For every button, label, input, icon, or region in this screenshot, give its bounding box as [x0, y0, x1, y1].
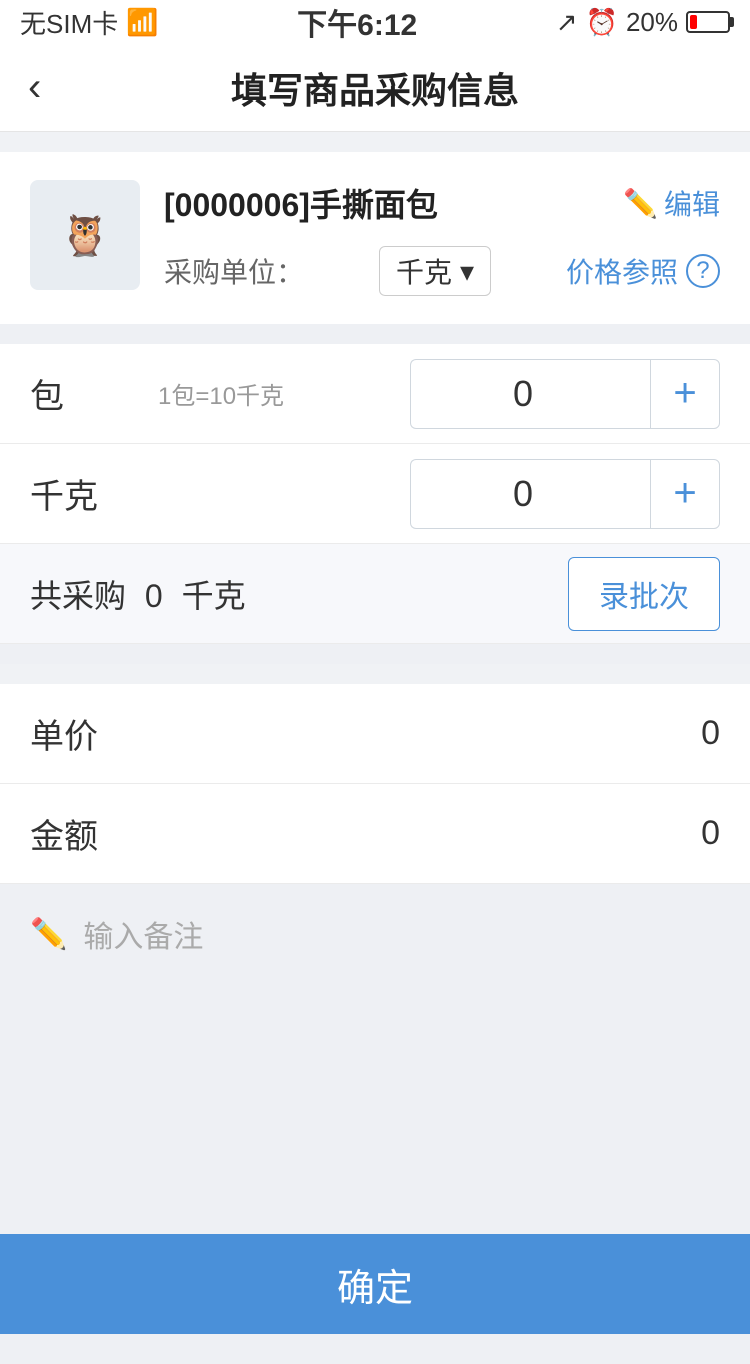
confirm-bar[interactable]: 确定: [0, 1234, 750, 1334]
alarm-icon: ⏰: [586, 7, 618, 38]
unit-dropdown-icon: ▾: [460, 255, 474, 288]
section-divider-1: [0, 324, 750, 344]
bag-quantity-input[interactable]: [410, 359, 650, 429]
back-button[interactable]: ‹: [28, 65, 41, 110]
location-icon: ↗: [556, 7, 578, 38]
purchase-unit-label: 采购单位：: [164, 251, 304, 291]
price-section: 单价 0 金额 0: [0, 684, 750, 884]
unit-price-value: 0: [701, 714, 720, 753]
product-logo: 🦉: [60, 212, 110, 259]
purchase-unit-row: 采购单位： 千克 ▾ 价格参照 ?: [164, 246, 720, 296]
battery-icon: [686, 11, 730, 33]
carrier-label: 无SIM卡: [20, 4, 118, 41]
amount-label: 金额: [30, 809, 98, 858]
unit-value: 千克: [396, 251, 452, 291]
note-placeholder: 输入备注: [83, 912, 203, 956]
edit-icon: ✏️: [623, 187, 658, 220]
unit-price-row: 单价 0: [0, 684, 750, 784]
edit-button[interactable]: ✏️ 编辑: [623, 183, 720, 223]
wifi-icon: 📶: [126, 7, 158, 38]
bag-sublabel: 1包=10千克: [158, 376, 410, 411]
amount-value: 0: [701, 814, 720, 853]
page-title: 填写商品采购信息: [231, 62, 519, 114]
unit-price-label: 单价: [30, 709, 98, 758]
total-text: 共采购 0 千克: [30, 571, 246, 617]
product-name-row: [0000006]手撕面包 ✏️ 编辑: [164, 180, 720, 226]
amount-row: 金额 0: [0, 784, 750, 884]
total-prefix: 共采购: [30, 578, 126, 614]
kg-quantity-input[interactable]: [410, 459, 650, 529]
status-bar: 无SIM卡 📶 下午6:12 ↗ ⏰ 20%: [0, 0, 750, 44]
bag-plus-button[interactable]: +: [650, 359, 720, 429]
note-section[interactable]: ✏️ 输入备注: [0, 884, 750, 984]
bag-label: 包: [30, 369, 150, 418]
product-image: 🦉: [30, 180, 140, 290]
bag-input-control: +: [410, 359, 720, 429]
status-left: 无SIM卡 📶: [20, 4, 159, 41]
status-right: ↗ ⏰ 20%: [556, 7, 730, 38]
confirm-button[interactable]: 确定: [337, 1257, 413, 1312]
section-divider-2: [0, 644, 750, 664]
total-unit: 千克: [182, 578, 246, 614]
kg-label: 千克: [30, 469, 150, 518]
nav-bar: ‹ 填写商品采购信息: [0, 44, 750, 132]
price-ref-button[interactable]: 价格参照 ?: [566, 251, 720, 291]
unit-select[interactable]: 千克 ▾: [379, 246, 491, 296]
product-info: [0000006]手撕面包 ✏️ 编辑 采购单位： 千克 ▾ 价格参照 ?: [164, 180, 720, 296]
pencil-icon: ✏️: [30, 917, 67, 952]
input-section: 包 1包=10千克 + 千克 +: [0, 344, 750, 544]
kg-plus-button[interactable]: +: [650, 459, 720, 529]
battery-label: 20%: [626, 7, 678, 38]
product-card: 🦉 [0000006]手撕面包 ✏️ 编辑 采购单位： 千克 ▾ 价格参照 ?: [0, 152, 750, 324]
total-row: 共采购 0 千克 录批次: [0, 544, 750, 644]
product-name: [0000006]手撕面包: [164, 180, 438, 226]
kg-input-control: +: [410, 459, 720, 529]
bag-row: 包 1包=10千克 +: [0, 344, 750, 444]
help-icon: ?: [686, 254, 720, 288]
total-amount: 0: [145, 578, 163, 614]
kg-row: 千克 +: [0, 444, 750, 544]
battery-fill: [690, 15, 697, 29]
batch-button[interactable]: 录批次: [568, 557, 720, 631]
status-time: 下午6:12: [297, 0, 417, 44]
